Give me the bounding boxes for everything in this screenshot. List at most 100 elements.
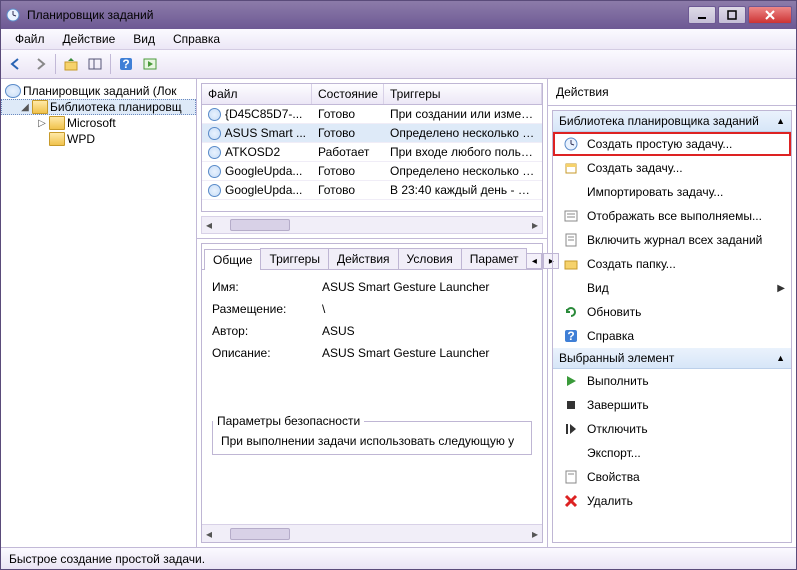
- action-run[interactable]: Выполнить: [553, 369, 791, 393]
- scroll-thumb[interactable]: [230, 528, 290, 540]
- cell-file: GoogleUpda...: [225, 164, 302, 178]
- action-new-folder[interactable]: Создать папку...: [553, 252, 791, 276]
- cell-state: Работает: [312, 143, 384, 161]
- cell-file: {D45C85D7-...: [225, 107, 302, 121]
- desc-value: ASUS Smart Gesture Launcher: [322, 346, 532, 360]
- tab-conditions[interactable]: Условия: [398, 248, 462, 269]
- action-enable-history[interactable]: Включить журнал всех заданий: [553, 228, 791, 252]
- center-pane: Файл Состояние Триггеры {D45C85D7-...Гот…: [197, 79, 548, 547]
- col-file[interactable]: Файл: [202, 84, 312, 104]
- action-label: Выполнить: [587, 374, 649, 388]
- body: Планировщик заданий (Лок ◢ Библиотека пл…: [1, 79, 796, 547]
- table-row[interactable]: ATKOSD2РаботаетПри входе любого пользова: [202, 143, 542, 162]
- table-row[interactable]: GoogleUpda...ГотовоОпределено несколько …: [202, 162, 542, 181]
- action-help[interactable]: ? Справка: [553, 324, 791, 348]
- tree-item-wpd[interactable]: WPD: [1, 131, 196, 147]
- help-button[interactable]: ?: [115, 53, 137, 75]
- action-label: Удалить: [587, 494, 633, 508]
- minimize-button[interactable]: [688, 6, 716, 24]
- action-refresh[interactable]: Обновить: [553, 300, 791, 324]
- menu-bar: Файл Действие Вид Справка: [1, 29, 796, 49]
- action-label: Создать папку...: [587, 257, 676, 271]
- security-group: Параметры безопасности При выполнении за…: [212, 414, 532, 455]
- horizontal-scrollbar[interactable]: ◂ ▸: [202, 524, 542, 542]
- table-row[interactable]: GoogleUpda...ГотовоВ 23:40 каждый день -…: [202, 181, 542, 200]
- tab-actions[interactable]: Действия: [328, 248, 399, 269]
- tree-item-microsoft[interactable]: ▷ Microsoft: [1, 115, 196, 131]
- tab-general[interactable]: Общие: [204, 249, 261, 270]
- collapse-icon[interactable]: ▲: [776, 353, 785, 363]
- action-import-task[interactable]: Импортировать задачу...: [553, 180, 791, 204]
- expand-icon[interactable]: ▷: [37, 118, 47, 129]
- action-create-task[interactable]: Создать задачу...: [553, 156, 791, 180]
- security-text: При выполнении задачи использовать следу…: [213, 428, 531, 454]
- collapse-icon[interactable]: ◢: [20, 102, 30, 113]
- up-folder-button[interactable]: [60, 53, 82, 75]
- general-form: Имя:ASUS Smart Gesture Launcher Размещен…: [202, 270, 542, 524]
- panes-button[interactable]: [84, 53, 106, 75]
- collapse-icon[interactable]: ▲: [776, 116, 785, 126]
- tree-root[interactable]: Планировщик заданий (Лок: [1, 83, 196, 99]
- actions-section-selected[interactable]: Выбранный элемент ▲: [553, 348, 791, 369]
- scroll-left-icon[interactable]: ◂: [202, 527, 216, 541]
- task-grid-wrap: Файл Состояние Триггеры {D45C85D7-...Гот…: [197, 79, 547, 239]
- cell-state: Готово: [312, 162, 384, 180]
- import-icon: [563, 184, 579, 200]
- col-triggers[interactable]: Триггеры: [384, 84, 542, 104]
- scroll-thumb[interactable]: [230, 219, 290, 231]
- submenu-arrow-icon: ▶: [777, 283, 785, 294]
- app-icon: [5, 7, 21, 23]
- scroll-right-icon[interactable]: ▸: [528, 218, 542, 232]
- scroll-right-icon[interactable]: ▸: [528, 527, 542, 541]
- clock-icon: [208, 108, 221, 121]
- status-text: Быстрое создание простой задачи.: [9, 552, 205, 566]
- actions-panel[interactable]: Библиотека планировщика заданий ▲ Создат…: [552, 110, 792, 543]
- action-label: Справка: [587, 329, 634, 343]
- menu-action[interactable]: Действие: [55, 31, 124, 47]
- menu-view[interactable]: Вид: [125, 31, 163, 47]
- action-export[interactable]: Экспорт...: [553, 441, 791, 465]
- table-row[interactable]: {D45C85D7-...ГотовоПри создании или изме…: [202, 105, 542, 124]
- action-disable[interactable]: Отключить: [553, 417, 791, 441]
- name-value: ASUS Smart Gesture Launcher: [322, 280, 532, 294]
- maximize-button[interactable]: [718, 6, 746, 24]
- table-row[interactable]: ASUS Smart ...ГотовоОпределено несколько…: [202, 124, 542, 143]
- scroll-left-icon[interactable]: ◂: [202, 218, 216, 232]
- action-properties[interactable]: Свойства: [553, 465, 791, 489]
- tree-label: WPD: [67, 132, 95, 146]
- title-bar[interactable]: Планировщик заданий: [1, 1, 796, 29]
- tab-params[interactable]: Парамет: [461, 248, 528, 269]
- cell-state: Готово: [312, 181, 384, 199]
- window-title: Планировщик заданий: [27, 8, 688, 22]
- action-view[interactable]: Вид ▶: [553, 276, 791, 300]
- menu-file[interactable]: Файл: [7, 31, 53, 47]
- action-end[interactable]: Завершить: [553, 393, 791, 417]
- menu-help[interactable]: Справка: [165, 31, 228, 47]
- action-create-basic-task[interactable]: Создать простую задачу...: [553, 132, 791, 156]
- action-delete[interactable]: Удалить: [553, 489, 791, 513]
- action-label: Свойства: [587, 470, 640, 484]
- details-panel: Общие Триггеры Действия Условия Парамет …: [201, 243, 543, 543]
- actions-header: Действия: [548, 79, 796, 106]
- actions-section-library[interactable]: Библиотека планировщика заданий ▲: [553, 111, 791, 132]
- close-button[interactable]: [748, 6, 792, 24]
- navigation-tree[interactable]: Планировщик заданий (Лок ◢ Библиотека пл…: [1, 79, 197, 547]
- desc-label: Описание:: [212, 346, 322, 360]
- col-state[interactable]: Состояние: [312, 84, 384, 104]
- forward-button[interactable]: [29, 53, 51, 75]
- task-grid[interactable]: Файл Состояние Триггеры {D45C85D7-...Гот…: [201, 83, 543, 212]
- action-label: Создать простую задачу...: [587, 137, 732, 151]
- horizontal-scrollbar[interactable]: ◂ ▸: [201, 216, 543, 234]
- clock-icon: [208, 146, 221, 159]
- refresh-icon: [563, 304, 579, 320]
- back-button[interactable]: [5, 53, 27, 75]
- run-button[interactable]: [139, 53, 161, 75]
- clock-icon: [208, 127, 221, 140]
- delete-icon: [563, 493, 579, 509]
- play-icon: [563, 373, 579, 389]
- action-show-running[interactable]: Отображать все выполняемы...: [553, 204, 791, 228]
- tab-scroll-left[interactable]: ◂: [526, 253, 542, 269]
- tab-triggers[interactable]: Триггеры: [260, 248, 329, 269]
- tree-label: Microsoft: [67, 116, 116, 130]
- tree-library[interactable]: ◢ Библиотека планировщ: [1, 99, 196, 115]
